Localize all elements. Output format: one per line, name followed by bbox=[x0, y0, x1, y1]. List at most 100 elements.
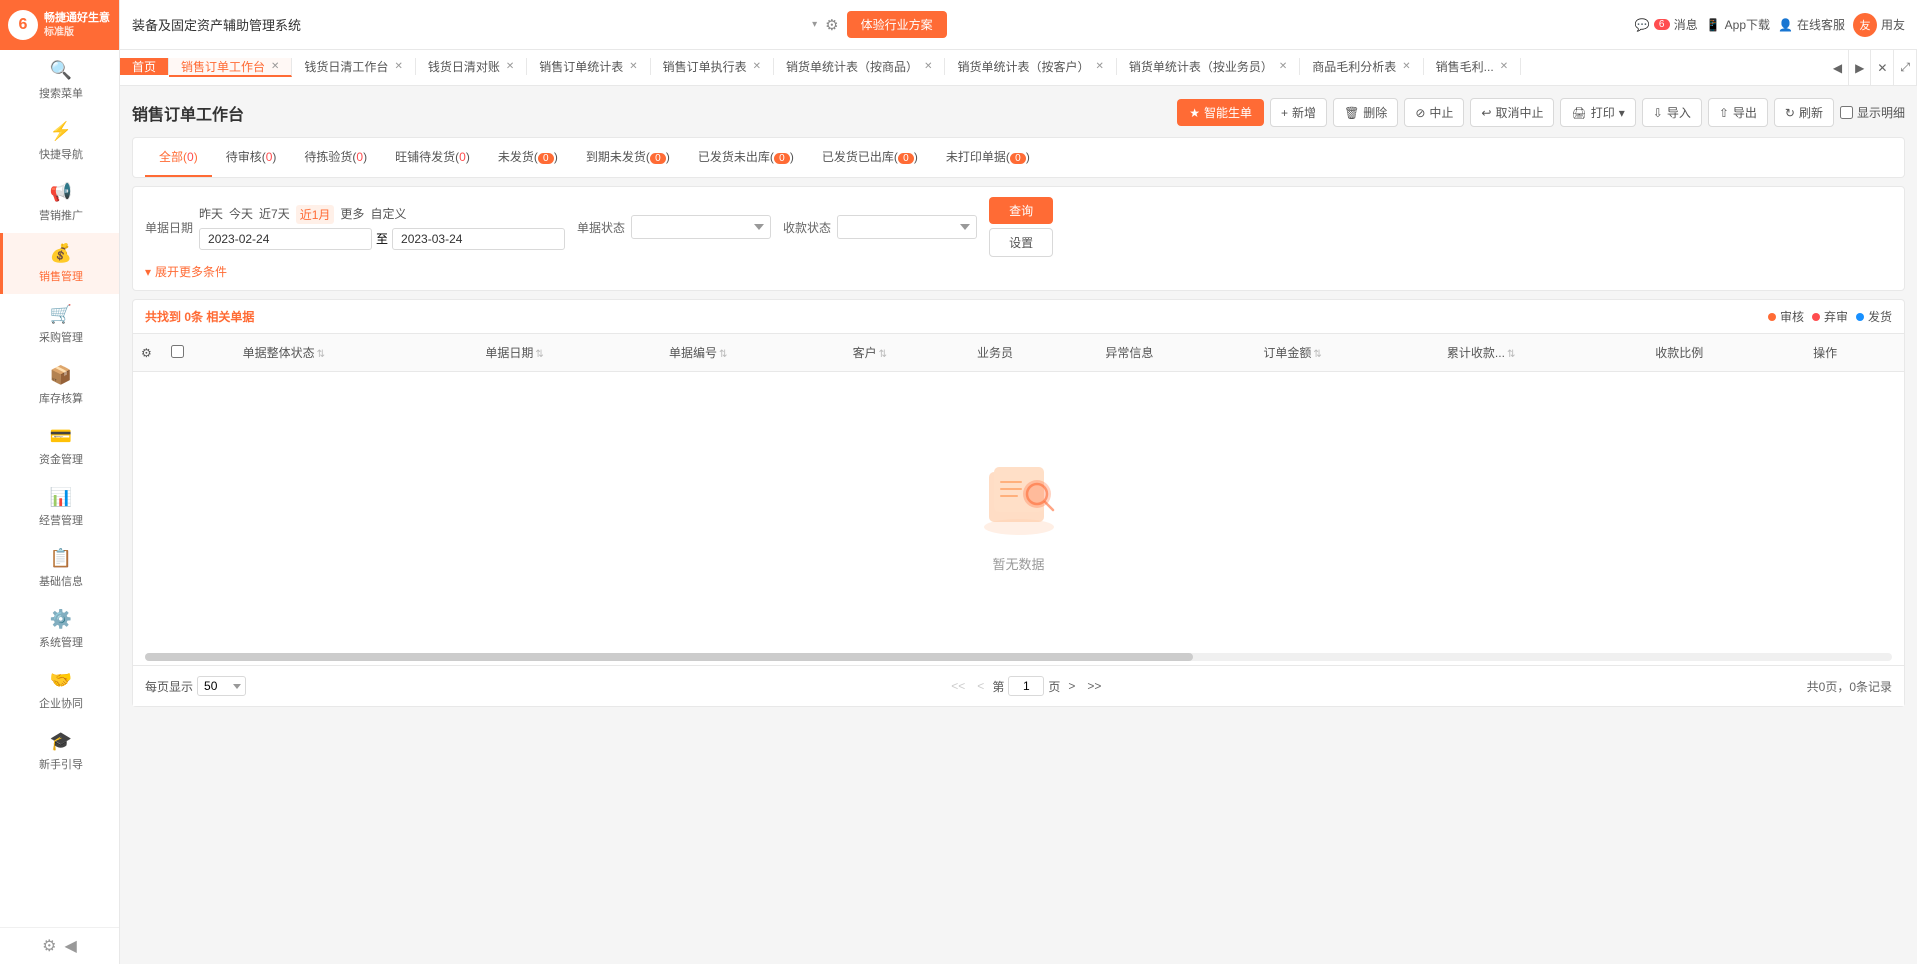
payment-select[interactable] bbox=[837, 215, 977, 239]
sidebar-item-快捷导航[interactable]: ⚡ 快捷导航 bbox=[0, 111, 119, 172]
sidebar-item-企业协同[interactable]: 🤝 企业协同 bbox=[0, 660, 119, 721]
tab-close-10[interactable]: ✕ bbox=[1500, 61, 1508, 72]
filter-tab-1[interactable]: 待审核(0) bbox=[212, 138, 291, 177]
refresh-button[interactable]: ↻ 刷新 bbox=[1774, 98, 1834, 127]
th-amount[interactable]: 订单金额⇅ bbox=[1255, 334, 1439, 372]
tab-close-1[interactable]: ✕ bbox=[271, 61, 279, 72]
tab-fullscreen[interactable]: ⤢ bbox=[1894, 50, 1917, 85]
tab-close-5[interactable]: ✕ bbox=[753, 61, 761, 72]
next-page-btn[interactable]: > bbox=[1064, 677, 1079, 695]
stop-button[interactable]: ⊘ 中止 bbox=[1404, 98, 1464, 127]
sidebar-item-搜索菜单[interactable]: 🔍 搜索菜单 bbox=[0, 50, 119, 111]
export-button[interactable]: ⇧ 导出 bbox=[1708, 98, 1768, 127]
tab-5[interactable]: 销售订单执行表✕ bbox=[651, 58, 774, 75]
select-all-checkbox[interactable] bbox=[171, 345, 184, 358]
tab-close-4[interactable]: ✕ bbox=[629, 61, 637, 72]
filter-tab-5[interactable]: 到期未发货(0) bbox=[572, 138, 684, 177]
experience-button[interactable]: 体验行业方案 bbox=[847, 11, 947, 38]
filter-setting-button[interactable]: 设置 bbox=[989, 228, 1053, 257]
message-btn[interactable]: 💬 6 消息 bbox=[1635, 16, 1698, 33]
tab-4[interactable]: 销售订单统计表✕ bbox=[527, 58, 650, 75]
filter-tab-8[interactable]: 未打印单据(0) bbox=[932, 138, 1044, 177]
th-total-payment[interactable]: 累计收款...⇅ bbox=[1439, 334, 1647, 372]
page-size-select[interactable]: 50 10 20 100 bbox=[197, 676, 246, 696]
audit-action-btn[interactable]: 审核 bbox=[1768, 308, 1804, 325]
online-service-btn[interactable]: 👤 在线客服 bbox=[1778, 16, 1845, 33]
print-button[interactable]: 🖨 打印 ▾ bbox=[1560, 98, 1635, 127]
tab-2[interactable]: 钱货日清工作台✕ bbox=[292, 58, 415, 75]
prev-page-btn[interactable]: < bbox=[973, 677, 988, 695]
page-header: 销售订单工作台 ★ 智能生单 + 新增 🗑 删除 ⊘ 中止 bbox=[132, 98, 1905, 127]
th-date[interactable]: 单据日期⇅ bbox=[477, 334, 661, 372]
scrollbar-thumb[interactable] bbox=[145, 653, 1193, 661]
page-number-input[interactable] bbox=[1008, 676, 1044, 696]
app-download-btn[interactable]: 📱 App下载 bbox=[1706, 16, 1770, 33]
th-customer[interactable]: 客户⇅ bbox=[845, 334, 969, 372]
horizontal-scrollbar[interactable] bbox=[145, 653, 1892, 661]
date-opt-today[interactable]: 今天 bbox=[229, 205, 253, 224]
sidebar-item-经营管理[interactable]: 📊 经营管理 bbox=[0, 477, 119, 538]
sidebar-item-营销推广[interactable]: 📢 营销推广 bbox=[0, 172, 119, 233]
revoke-action-btn[interactable]: 弃审 bbox=[1812, 308, 1848, 325]
tab-1[interactable]: 销售订单工作台✕ bbox=[169, 58, 292, 77]
sidebar-item-新手引导[interactable]: 🎓 新手引导 bbox=[0, 721, 119, 782]
ship-action-btn[interactable]: 发货 bbox=[1856, 308, 1892, 325]
tab-close-7[interactable]: ✕ bbox=[1095, 61, 1103, 72]
system-dropdown-arrow[interactable]: ▾ bbox=[812, 19, 817, 30]
filter-tab-3[interactable]: 旺铺待发货(0) bbox=[381, 138, 484, 177]
th-status[interactable]: 单据整体状态⇅ bbox=[235, 334, 478, 372]
tab-close-9[interactable]: ✕ bbox=[1402, 61, 1410, 72]
smart-generate-button[interactable]: ★ 智能生单 bbox=[1177, 99, 1264, 126]
tab-close-all[interactable]: ✕ bbox=[1871, 50, 1894, 85]
filter-tab-7[interactable]: 已发货已出库(0) bbox=[808, 138, 932, 177]
query-button[interactable]: 查询 bbox=[989, 197, 1053, 224]
user-menu-btn[interactable]: 友 用友 bbox=[1853, 13, 1905, 37]
settings-gear-icon[interactable]: ⚙ bbox=[825, 16, 838, 34]
date-opt-yesterday[interactable]: 昨天 bbox=[199, 205, 223, 224]
add-button[interactable]: + 新增 bbox=[1270, 98, 1327, 127]
sidebar-item-系统管理[interactable]: ⚙️ 系统管理 bbox=[0, 599, 119, 660]
cancel-stop-button[interactable]: ↩ 取消中止 bbox=[1470, 98, 1554, 127]
settings-icon[interactable]: ⚙ bbox=[42, 936, 56, 956]
tab-close-6[interactable]: ✕ bbox=[924, 61, 932, 72]
date-options: 昨天 今天 近7天 近1月 更多 自定义 bbox=[199, 205, 565, 224]
first-page-btn[interactable]: << bbox=[947, 677, 969, 695]
tab-close-3[interactable]: ✕ bbox=[506, 61, 514, 72]
sidebar-item-库存核算[interactable]: 📦 库存核算 bbox=[0, 355, 119, 416]
tab-3[interactable]: 钱货日清对账✕ bbox=[416, 58, 527, 75]
date-opt-1month[interactable]: 近1月 bbox=[296, 205, 335, 224]
tab-6[interactable]: 销货单统计表（按商品）✕ bbox=[774, 58, 945, 75]
tab-scroll-left[interactable]: ◀ bbox=[1827, 50, 1849, 85]
th-number[interactable]: 单据编号⇅ bbox=[661, 334, 845, 372]
import-button[interactable]: ⇩ 导入 bbox=[1642, 98, 1702, 127]
filter-tab-0[interactable]: 全部(0) bbox=[145, 138, 212, 177]
show-detail-checkbox[interactable]: 显示明细 bbox=[1840, 104, 1905, 121]
tab-0[interactable]: 首页 bbox=[120, 58, 169, 75]
date-to-input[interactable] bbox=[392, 228, 565, 250]
status-select[interactable] bbox=[631, 215, 771, 239]
filter-tab-2[interactable]: 待拣验货(0) bbox=[290, 138, 381, 177]
filter-tab-6[interactable]: 已发货未出库(0) bbox=[684, 138, 808, 177]
tab-8[interactable]: 销货单统计表（按业务员）✕ bbox=[1117, 58, 1300, 75]
column-settings-icon[interactable]: ⚙ bbox=[141, 346, 152, 360]
tab-10[interactable]: 销售毛利...✕ bbox=[1424, 58, 1521, 75]
collapse-icon[interactable]: ◀ bbox=[65, 936, 77, 956]
sidebar-item-资金管理[interactable]: 💳 资金管理 bbox=[0, 416, 119, 477]
tab-close-8[interactable]: ✕ bbox=[1279, 61, 1287, 72]
tab-9[interactable]: 商品毛利分析表✕ bbox=[1300, 58, 1423, 75]
expand-more-btn[interactable]: ▾ 展开更多条件 bbox=[145, 263, 1892, 280]
date-opt-more[interactable]: 更多 bbox=[340, 205, 364, 224]
date-opt-7days[interactable]: 近7天 bbox=[259, 205, 290, 224]
sidebar-item-采购管理[interactable]: 🛒 采购管理 bbox=[0, 294, 119, 355]
filter-tab-4[interactable]: 未发货(0) bbox=[484, 138, 572, 177]
tab-scroll-right[interactable]: ▶ bbox=[1849, 50, 1871, 85]
last-page-btn[interactable]: >> bbox=[1083, 677, 1105, 695]
tab-close-2[interactable]: ✕ bbox=[394, 61, 402, 72]
sidebar-item-基础信息[interactable]: 📋 基础信息 bbox=[0, 538, 119, 599]
tab-7[interactable]: 销货单统计表（按客户）✕ bbox=[945, 58, 1116, 75]
delete-button[interactable]: 🗑 删除 bbox=[1333, 98, 1398, 127]
date-from-input[interactable] bbox=[199, 228, 372, 250]
sidebar-item-销售管理[interactable]: 💰 销售管理 bbox=[0, 233, 119, 294]
date-opt-custom[interactable]: 自定义 bbox=[370, 205, 406, 224]
show-detail-input[interactable] bbox=[1840, 106, 1853, 119]
